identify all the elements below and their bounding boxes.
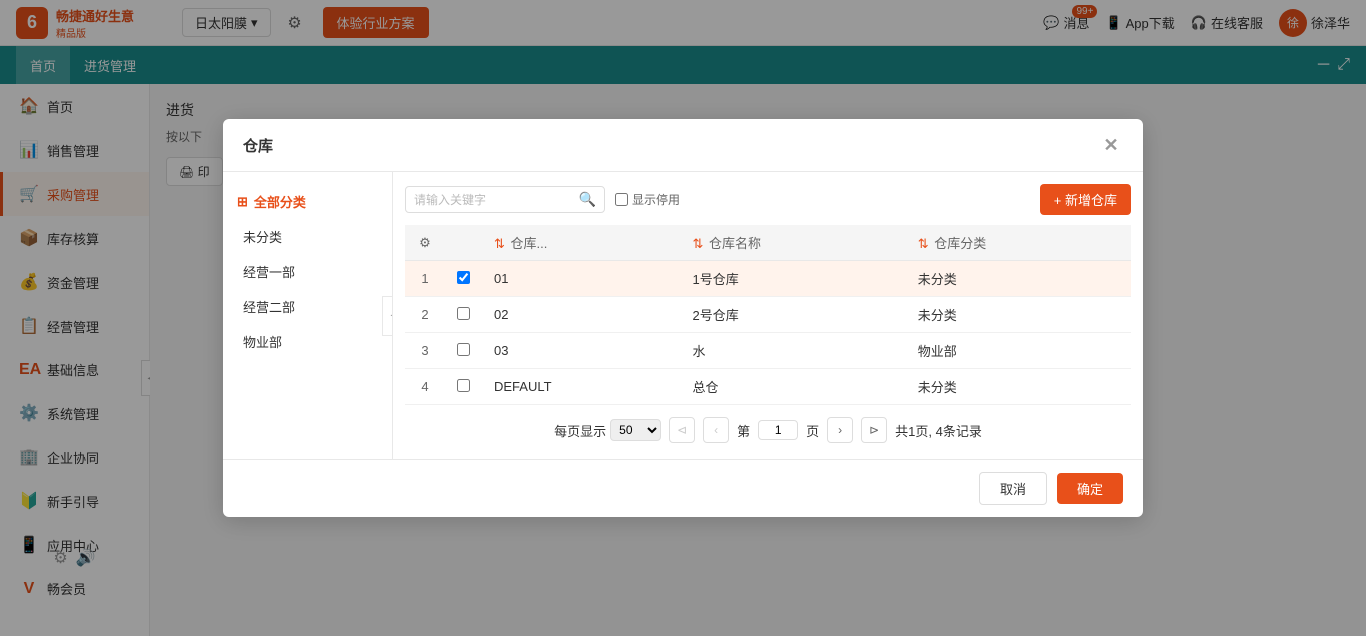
- grid-icon: ⊞: [237, 194, 248, 210]
- confirm-button[interactable]: 确定: [1057, 473, 1123, 504]
- row-num: 3: [405, 333, 445, 369]
- row-num: 2: [405, 297, 445, 333]
- modal-footer: 取消 确定: [223, 459, 1143, 517]
- row-category: 未分类: [906, 261, 1131, 297]
- table-panel: 🔍 显示停用 + 新增仓库 ⚙ ⇅: [393, 172, 1143, 459]
- table-row[interactable]: 2 02 2号仓库 未分类: [405, 297, 1131, 333]
- row-name: 2号仓库: [681, 297, 906, 333]
- row-num: 1: [405, 261, 445, 297]
- add-warehouse-button[interactable]: + 新增仓库: [1040, 184, 1131, 215]
- row-name: 水: [681, 333, 906, 369]
- page-size-label: 每页显示: [554, 421, 606, 440]
- row-category: 未分类: [906, 369, 1131, 405]
- page-size-select[interactable]: 50 10 20 100: [610, 419, 661, 441]
- table-row[interactable]: 1 01 1号仓库 未分类: [405, 261, 1131, 297]
- page-last-button[interactable]: ⊳: [861, 417, 887, 443]
- modal-body: ⊞ 全部分类 未分类 经营一部 经营二部 物业部 ◂ 🔍: [223, 172, 1143, 459]
- th-name: ⇅ 仓库名称: [681, 225, 906, 261]
- search-box: 🔍: [405, 186, 605, 213]
- all-categories-header[interactable]: ⊞ 全部分类: [223, 184, 392, 219]
- page-size-selector: 每页显示 50 10 20 100: [554, 419, 661, 441]
- modal-close-button[interactable]: ✕: [1099, 133, 1123, 157]
- show-disabled-label: 显示停用: [615, 191, 680, 208]
- category-item-unclassified[interactable]: 未分类: [223, 219, 392, 254]
- page-label-pre: 第: [737, 421, 750, 440]
- category-collapse-button[interactable]: ◂: [382, 296, 393, 336]
- page-first-button[interactable]: ⊲: [669, 417, 695, 443]
- warehouse-table: ⚙ ⇅ 仓库... ⇅ 仓库名称 ⇅: [405, 225, 1131, 405]
- row-code: 02: [482, 297, 681, 333]
- th-gear: ⚙: [405, 225, 445, 261]
- th-category: ⇅ 仓库分类: [906, 225, 1131, 261]
- row-category: 未分类: [906, 297, 1131, 333]
- table-row[interactable]: 4 DEFAULT 总仓 未分类: [405, 369, 1131, 405]
- row-cb[interactable]: [445, 369, 482, 405]
- row-name: 总仓: [681, 369, 906, 405]
- search-input[interactable]: [414, 193, 579, 207]
- category-item-ops2[interactable]: 经营二部: [223, 289, 392, 324]
- page-next-button[interactable]: ›: [827, 417, 853, 443]
- row-code: DEFAULT: [482, 369, 681, 405]
- row-cb[interactable]: [445, 333, 482, 369]
- table-row[interactable]: 3 03 水 物业部: [405, 333, 1131, 369]
- page-number-input[interactable]: [758, 420, 798, 440]
- table-body: 1 01 1号仓库 未分类 2 02 2号仓库 未分类: [405, 261, 1131, 405]
- pagination: 每页显示 50 10 20 100 ⊲ ‹ 第 页 › ⊳: [405, 405, 1131, 447]
- category-panel: ⊞ 全部分类 未分类 经营一部 经营二部 物业部 ◂: [223, 172, 393, 459]
- th-code: ⇅ 仓库...: [482, 225, 681, 261]
- page-prev-button[interactable]: ‹: [703, 417, 729, 443]
- row-cb[interactable]: [445, 261, 482, 297]
- modal-overlay: 仓库 ✕ ⊞ 全部分类 未分类 经营一部 经营二部 物业部 ◂: [0, 0, 1366, 636]
- table-toolbar: 🔍 显示停用 + 新增仓库: [405, 184, 1131, 215]
- row-num: 4: [405, 369, 445, 405]
- cancel-button[interactable]: 取消: [979, 472, 1047, 505]
- category-item-property[interactable]: 物业部: [223, 324, 392, 359]
- all-categories-label: 全部分类: [254, 192, 306, 211]
- search-icon[interactable]: 🔍: [579, 191, 596, 208]
- table-header: ⚙ ⇅ 仓库... ⇅ 仓库名称 ⇅: [405, 225, 1131, 261]
- warehouse-modal: 仓库 ✕ ⊞ 全部分类 未分类 经营一部 经营二部 物业部 ◂: [223, 119, 1143, 517]
- page-label-post: 页: [806, 421, 819, 440]
- th-checkbox: [445, 225, 482, 261]
- sort-icon-code: ⇅: [494, 236, 505, 251]
- row-code: 03: [482, 333, 681, 369]
- row-name: 1号仓库: [681, 261, 906, 297]
- sort-icon-name: ⇅: [693, 236, 704, 251]
- modal-header: 仓库 ✕: [223, 119, 1143, 172]
- sort-icon-category: ⇅: [918, 236, 929, 251]
- row-cb[interactable]: [445, 297, 482, 333]
- row-category: 物业部: [906, 333, 1131, 369]
- total-info: 共1页, 4条记录: [895, 421, 982, 440]
- category-item-ops1[interactable]: 经营一部: [223, 254, 392, 289]
- show-disabled-checkbox[interactable]: [615, 193, 628, 206]
- modal-title: 仓库: [243, 135, 273, 156]
- row-code: 01: [482, 261, 681, 297]
- show-disabled-text: 显示停用: [632, 191, 680, 208]
